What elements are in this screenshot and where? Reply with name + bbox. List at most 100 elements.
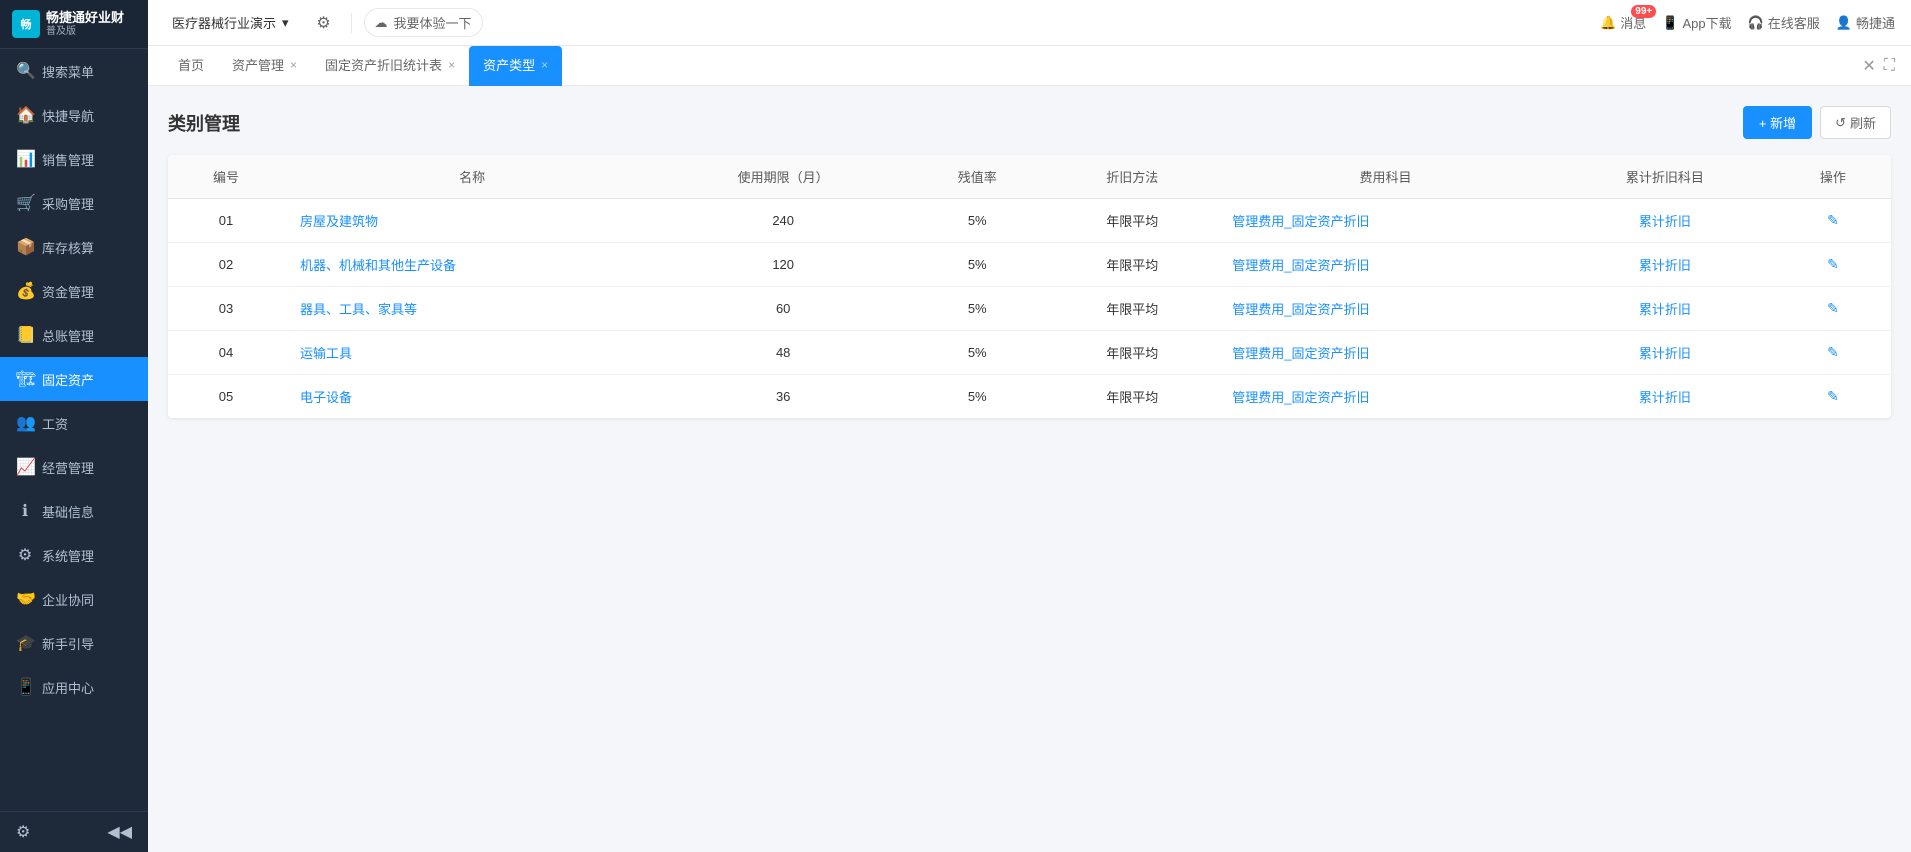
cell-expense-3: 管理费用_固定资产折旧 (1216, 331, 1555, 375)
sales-icon: 📊 (16, 149, 34, 169)
sidebar-item-quick-nav[interactable]: 🏠 快捷导航 (0, 93, 148, 137)
page-actions: + 新增 ↺ 刷新 (1743, 106, 1891, 139)
sidebar-item-system[interactable]: ⚙ 系统管理 (0, 533, 148, 577)
sidebar-item-enterprise[interactable]: 🤝 企业协同 (0, 577, 148, 621)
settings-icon[interactable]: ⚙ (16, 822, 30, 842)
cell-residual-4: 5% (906, 375, 1048, 419)
refresh-button[interactable]: ↺ 刷新 (1820, 106, 1891, 139)
cell-residual-2: 5% (906, 287, 1048, 331)
logo-icon: 畅 (12, 10, 40, 38)
quick-nav-icon: 🏠 (16, 105, 34, 125)
sidebar: 畅 畅捷通好业财 普及版 🔍 搜索菜单 🏠 快捷导航 📊 销售管理 🛒 采购管理… (0, 0, 148, 852)
cell-method-1: 年限平均 (1048, 243, 1216, 287)
tab-asset-manage-close[interactable]: × (290, 58, 297, 72)
cell-name-0[interactable]: 房屋及建筑物 (284, 199, 660, 243)
edit-button-0[interactable]: ✎ (1827, 212, 1839, 228)
sidebar-label-sales: 销售管理 (42, 150, 94, 169)
table-row: 02 机器、机械和其他生产设备 120 5% 年限平均 管理费用_固定资产折旧 … (168, 243, 1891, 287)
cell-period-2: 60 (660, 287, 906, 331)
main-area: 医疗器械行业演示 ▾ ⚙ ☁ 我要体验一下 🔔 消息 99 📱 App下载 🎧 … (148, 0, 1911, 852)
sidebar-footer: ⚙ ◀◀ (0, 811, 148, 852)
fixed-assets-icon: 🏗 (16, 369, 34, 389)
cell-accum-0: 累计折旧 (1555, 199, 1775, 243)
notification-badge: 99 (1631, 5, 1656, 18)
topbar: 医疗器械行业演示 ▾ ⚙ ☁ 我要体验一下 🔔 消息 99 📱 App下载 🎧 … (148, 0, 1911, 46)
window-close-button[interactable]: ✕ (1862, 56, 1875, 76)
sidebar-item-basic-info[interactable]: ℹ 基础信息 (0, 489, 148, 533)
cell-expense-2: 管理费用_固定资产折旧 (1216, 287, 1555, 331)
col-expense: 费用科目 (1216, 155, 1555, 199)
edit-button-4[interactable]: ✎ (1827, 388, 1839, 404)
user-menu[interactable]: 👤 畅捷通 (1836, 13, 1895, 32)
sidebar-item-fixed-assets[interactable]: 🏗 固定资产 (0, 357, 148, 401)
table-row: 04 运输工具 48 5% 年限平均 管理费用_固定资产折旧 累计折旧 ✎ (168, 331, 1891, 375)
experience-button[interactable]: ☁ 我要体验一下 (364, 8, 483, 37)
page-title: 类别管理 (168, 110, 240, 136)
cell-name-1[interactable]: 机器、机械和其他生产设备 (284, 243, 660, 287)
tab-bar: 首页 资产管理 × 固定资产折旧统计表 × 资产类型 × ✕ ⛶ (148, 46, 1911, 86)
cell-residual-3: 5% (906, 331, 1048, 375)
tab-home[interactable]: 首页 (164, 46, 218, 86)
col-name: 名称 (284, 155, 660, 199)
customer-service-button[interactable]: 🎧 在线客服 (1748, 13, 1820, 32)
cell-method-3: 年限平均 (1048, 331, 1216, 375)
company-selector[interactable]: 医疗器械行业演示 ▾ (164, 9, 297, 36)
sidebar-label-system: 系统管理 (42, 546, 94, 565)
company-name: 医疗器械行业演示 (172, 13, 276, 32)
collapse-icon[interactable]: ◀◀ (107, 822, 132, 842)
col-action: 操作 (1775, 155, 1891, 199)
edit-button-2[interactable]: ✎ (1827, 300, 1839, 316)
tab-asset-manage[interactable]: 资产管理 × (218, 46, 311, 86)
cell-name-2[interactable]: 器具、工具、家具等 (284, 287, 660, 331)
edit-button-1[interactable]: ✎ (1827, 256, 1839, 272)
cell-name-3[interactable]: 运输工具 (284, 331, 660, 375)
cell-method-0: 年限平均 (1048, 199, 1216, 243)
cell-action-1: ✎ (1775, 243, 1891, 287)
tab-fixed-asset-table[interactable]: 固定资产折旧统计表 × (311, 46, 469, 86)
header-row: 编号 名称 使用期限（月） 残值率 折旧方法 费用科目 累计折旧科目 操作 (168, 155, 1891, 199)
guide-icon: 🎓 (16, 633, 34, 653)
cell-code-4: 05 (168, 375, 284, 419)
table-body: 01 房屋及建筑物 240 5% 年限平均 管理费用_固定资产折旧 累计折旧 ✎… (168, 199, 1891, 419)
refresh-icon: ↺ (1835, 115, 1846, 131)
sidebar-label-salary: 工资 (42, 414, 68, 433)
sidebar-item-search[interactable]: 🔍 搜索菜单 (0, 49, 148, 93)
category-table: 编号 名称 使用期限（月） 残值率 折旧方法 费用科目 累计折旧科目 操作 01… (168, 155, 1891, 418)
col-period: 使用期限（月） (660, 155, 906, 199)
cell-code-0: 01 (168, 199, 284, 243)
experience-label: 我要体验一下 (394, 13, 472, 32)
cell-name-4[interactable]: 电子设备 (284, 375, 660, 419)
cell-action-0: ✎ (1775, 199, 1891, 243)
app-download-button[interactable]: 📱 App下载 (1662, 13, 1731, 32)
col-accum: 累计折旧科目 (1555, 155, 1775, 199)
window-expand-button[interactable]: ⛶ (1884, 57, 1895, 75)
sidebar-item-funds[interactable]: 💰 资金管理 (0, 269, 148, 313)
sidebar-item-guide[interactable]: 🎓 新手引导 (0, 621, 148, 665)
notifications-button[interactable]: 🔔 消息 99 (1600, 13, 1646, 32)
sidebar-item-salary[interactable]: 👥 工资 (0, 401, 148, 445)
user-name: 畅捷通 (1856, 13, 1895, 32)
sidebar-item-ops[interactable]: 📈 经营管理 (0, 445, 148, 489)
sidebar-item-inventory[interactable]: 📦 库存核算 (0, 225, 148, 269)
enterprise-icon: 🤝 (16, 589, 34, 609)
sidebar-label-search: 搜索菜单 (42, 62, 94, 81)
tab-fixed-asset-table-close[interactable]: × (448, 58, 455, 72)
sidebar-item-app-center[interactable]: 📱 应用中心 (0, 665, 148, 709)
tab-asset-type-close[interactable]: × (541, 58, 548, 72)
edit-button-3[interactable]: ✎ (1827, 344, 1839, 360)
cell-method-2: 年限平均 (1048, 287, 1216, 331)
settings-button[interactable]: ⚙ (309, 8, 339, 38)
ops-icon: 📈 (16, 457, 34, 477)
sidebar-item-sales[interactable]: 📊 销售管理 (0, 137, 148, 181)
sidebar-label-basic-info: 基础信息 (42, 502, 94, 521)
tab-asset-type[interactable]: 资产类型 × (469, 46, 562, 86)
new-button[interactable]: + 新增 (1743, 106, 1812, 139)
sidebar-item-ledger[interactable]: 📒 总账管理 (0, 313, 148, 357)
sidebar-label-app-center: 应用中心 (42, 678, 94, 697)
sidebar-item-purchase[interactable]: 🛒 采购管理 (0, 181, 148, 225)
ledger-icon: 📒 (16, 325, 34, 345)
col-method: 折旧方法 (1048, 155, 1216, 199)
refresh-label: 刷新 (1850, 113, 1876, 132)
sidebar-label-funds: 资金管理 (42, 282, 94, 301)
cell-period-1: 120 (660, 243, 906, 287)
